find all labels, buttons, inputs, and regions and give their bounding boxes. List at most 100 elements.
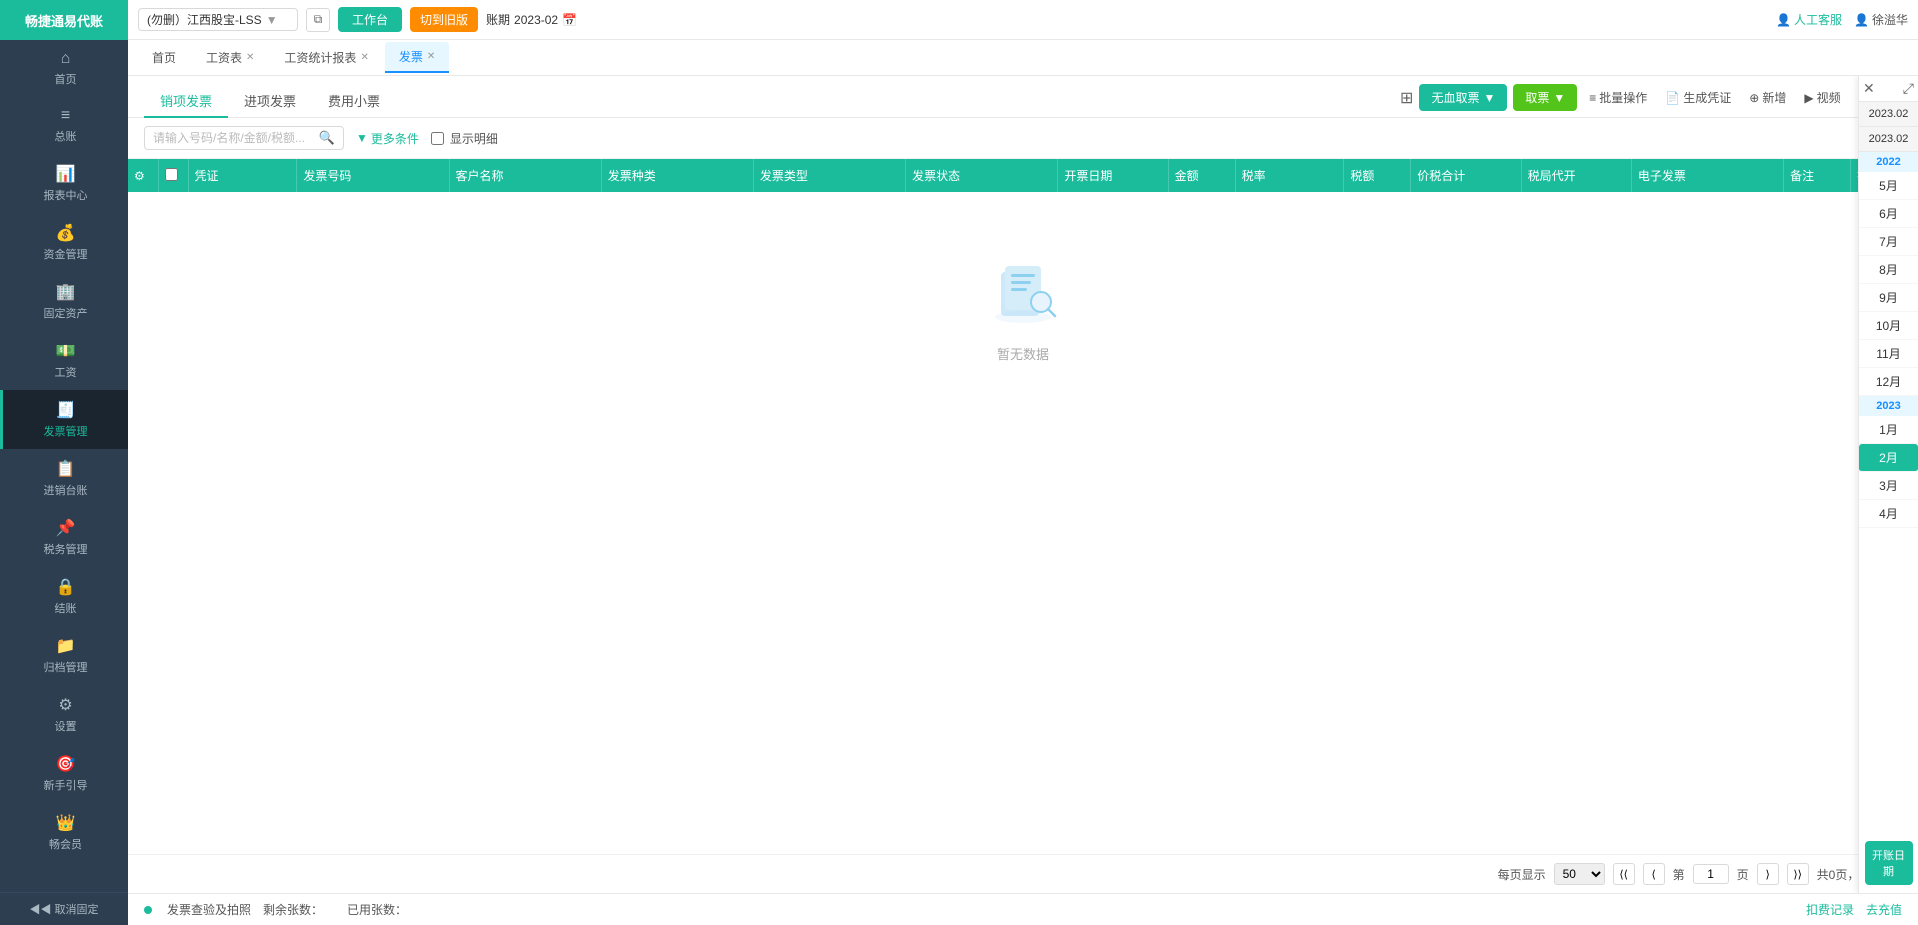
sidebar-item-tax[interactable]: 📌 税务管理	[0, 508, 128, 567]
customer-service-btn[interactable]: 👤 人工客服	[1776, 11, 1842, 28]
sidebar-item-invoice[interactable]: 🧾 发票管理	[0, 390, 128, 449]
user-avatar-icon: 👤	[1854, 13, 1869, 27]
copy-icon[interactable]: ⧉	[306, 8, 330, 32]
prev-page-button[interactable]: ⟨	[1643, 863, 1665, 885]
tab-payroll[interactable]: 工资表 ✕	[192, 43, 268, 72]
invoice-button[interactable]: 取票 ▼	[1513, 84, 1577, 111]
new-button[interactable]: ⊕ 新增	[1743, 85, 1792, 110]
page-input[interactable]	[1693, 864, 1729, 884]
deduction-record-link[interactable]: 扣费记录	[1806, 901, 1854, 918]
col-customer[interactable]: 客户名称 ▲▼	[449, 159, 601, 192]
date-panel-month-6[interactable]: 6月	[1859, 200, 1918, 228]
sidebar-item-closing[interactable]: 🔒 结账	[0, 567, 128, 626]
date-panel-month-1-2023[interactable]: 1月	[1859, 416, 1918, 444]
sidebar-item-member[interactable]: 👑 畅会员	[0, 803, 128, 862]
video-button[interactable]: ▶ 视频	[1798, 85, 1846, 110]
page-size-select[interactable]: 10 20 50 100	[1554, 863, 1605, 885]
sidebar-item-label: 畅会员	[49, 836, 82, 852]
sidebar-item-label: 发票管理	[44, 423, 88, 439]
remaining-label: 剩余张数：	[263, 901, 323, 918]
sidebar-item-label: 报表中心	[44, 187, 88, 203]
open-period-button[interactable]: 开账日期	[1865, 841, 1913, 885]
col-invoice-category[interactable]: 发票类型 ▲▼	[753, 159, 905, 192]
recharge-link[interactable]: 去充值	[1866, 901, 1902, 918]
sidebar-item-label: 归档管理	[44, 659, 88, 675]
sidebar-item-settings[interactable]: ⚙ 设置	[0, 685, 128, 744]
show-detail-checkbox[interactable]	[431, 132, 444, 145]
sort-customer-icon: ▲▼	[509, 172, 527, 182]
tab-home[interactable]: 首页	[138, 43, 190, 72]
date-panel-close-button[interactable]: ✕	[1863, 80, 1875, 97]
sidebar-item-reports[interactable]: 📊 报表中心	[0, 154, 128, 213]
tab-payroll-label: 工资表	[206, 49, 242, 66]
sub-tab-expense[interactable]: 费用小票	[312, 85, 396, 118]
sidebar-item-archive[interactable]: 📁 归档管理	[0, 626, 128, 685]
col-invoice-no[interactable]: 发票号码 ▲▼	[297, 159, 449, 192]
tab-payroll-stats-label: 工资统计报表	[284, 49, 356, 66]
empty-icon	[983, 252, 1063, 332]
date-panel-month-3-2023[interactable]: 3月	[1859, 472, 1918, 500]
no-invoice-label: 无血取票	[1431, 89, 1479, 106]
tab-payroll-stats[interactable]: 工资统计报表 ✕	[270, 43, 382, 72]
sidebar-item-funds[interactable]: 💰 资金管理	[0, 213, 128, 272]
first-page-button[interactable]: ⟨⟨	[1613, 863, 1635, 885]
new-icon: ⊕	[1749, 91, 1759, 105]
sidebar: 畅捷通易代账 ⌂ 首页 ≡ 总账 📊 报表中心 💰 资金管理 🏢 固定资产 💵 …	[0, 0, 128, 925]
sidebar-item-home[interactable]: ⌂ 首页	[0, 40, 128, 97]
no-invoice-button[interactable]: 无血取票 ▼	[1419, 84, 1507, 111]
tab-payroll-stats-close[interactable]: ✕	[360, 52, 368, 63]
sub-tab-purchase[interactable]: 进项发票	[228, 85, 312, 118]
verify-label: 发票查验及拍照	[167, 901, 251, 918]
date-panel-month-12[interactable]: 12月	[1859, 368, 1918, 396]
date-panel-expand-button[interactable]: ⤢	[1903, 80, 1914, 97]
col-tax-total: 价税合计	[1411, 159, 1521, 192]
search-box[interactable]: 🔍	[144, 126, 344, 150]
col-e-invoice[interactable]: 电子发票 ▲▼	[1631, 159, 1783, 192]
grid-view-icon[interactable]: ⊞	[1400, 88, 1413, 108]
date-panel-month-7[interactable]: 7月	[1859, 228, 1918, 256]
sidebar-item-sales-ledger[interactable]: 📋 进销台账	[0, 449, 128, 508]
generate-icon: 📄	[1665, 91, 1680, 105]
show-detail-toggle[interactable]: 显示明细	[431, 130, 498, 147]
sales-icon: 📋	[56, 459, 76, 479]
date-panel-month-4-2023[interactable]: 4月	[1859, 500, 1918, 528]
col-checkbox[interactable]	[158, 159, 188, 192]
next-page-button[interactable]: ⟩	[1757, 863, 1779, 885]
tab-invoice[interactable]: 发票 ✕	[385, 42, 449, 73]
tab-payroll-close[interactable]: ✕	[246, 52, 254, 63]
date-panel-month-9[interactable]: 9月	[1859, 284, 1918, 312]
sidebar-item-label: 工资	[55, 364, 77, 380]
sub-tab-sales[interactable]: 销项发票	[144, 85, 228, 118]
select-all-checkbox[interactable]	[165, 168, 178, 181]
col-invoice-type[interactable]: 发票种类 ▲▼	[601, 159, 753, 192]
tab-invoice-close[interactable]: ✕	[427, 51, 435, 62]
col-voucher[interactable]: 凭证 ▲▼	[188, 159, 297, 192]
date-panel-month-5[interactable]: 5月	[1859, 172, 1918, 200]
date-panel-month-2-2023[interactable]: 2月	[1859, 444, 1918, 472]
content-area: 销项发票 进项发票 费用小票 ⊞ 无血取票 ▼ 取票 ▼ ≡	[128, 76, 1918, 893]
sub-tab-bar: 销项发票 进项发票 费用小票 ⊞ 无血取票 ▼ 取票 ▼ ≡	[128, 76, 1918, 118]
sidebar-item-label: 新手引导	[44, 777, 88, 793]
batch-ops-button[interactable]: ≡ 批量操作	[1583, 85, 1653, 110]
date-panel-month-8[interactable]: 8月	[1859, 256, 1918, 284]
sidebar-item-payroll[interactable]: 💵 工资	[0, 331, 128, 390]
sort-e-invoice-icon: ▲▼	[1691, 172, 1709, 182]
sidebar-item-fixed-assets[interactable]: 🏢 固定资产	[0, 272, 128, 331]
date-panel-month-10[interactable]: 10月	[1859, 312, 1918, 340]
date-panel-month-11[interactable]: 11月	[1859, 340, 1918, 368]
more-conditions-btn[interactable]: ▼ 更多条件	[356, 130, 419, 147]
sidebar-item-general-ledger[interactable]: ≡ 总账	[0, 97, 128, 154]
sidebar-item-guide[interactable]: 🎯 新手引导	[0, 744, 128, 803]
generate-voucher-button[interactable]: 📄 生成凭证	[1659, 85, 1737, 110]
company-selector[interactable]: (勿删）江西股宝-LSS ▼	[138, 8, 298, 31]
search-input[interactable]	[153, 131, 319, 145]
col-tax-rate[interactable]: 税率 ▲▼	[1235, 159, 1344, 192]
col-settings[interactable]: ⚙	[128, 159, 158, 192]
switch-version-button[interactable]: 切到旧版	[410, 7, 478, 32]
user-name-btn[interactable]: 👤 徐溢华	[1854, 11, 1908, 28]
workspace-button[interactable]: 工作台	[338, 7, 402, 32]
last-page-button[interactable]: ⟩⟩	[1787, 863, 1809, 885]
col-invoice-status[interactable]: 发票状态 ▲▼	[906, 159, 1058, 192]
sidebar-collapse-btn[interactable]: ◀◀ 取消固定	[0, 892, 128, 925]
date-panel: ✕ ⤢ 2023.02 2023.02 2022 5月 6月 7月 8月 9月 …	[1858, 76, 1918, 893]
